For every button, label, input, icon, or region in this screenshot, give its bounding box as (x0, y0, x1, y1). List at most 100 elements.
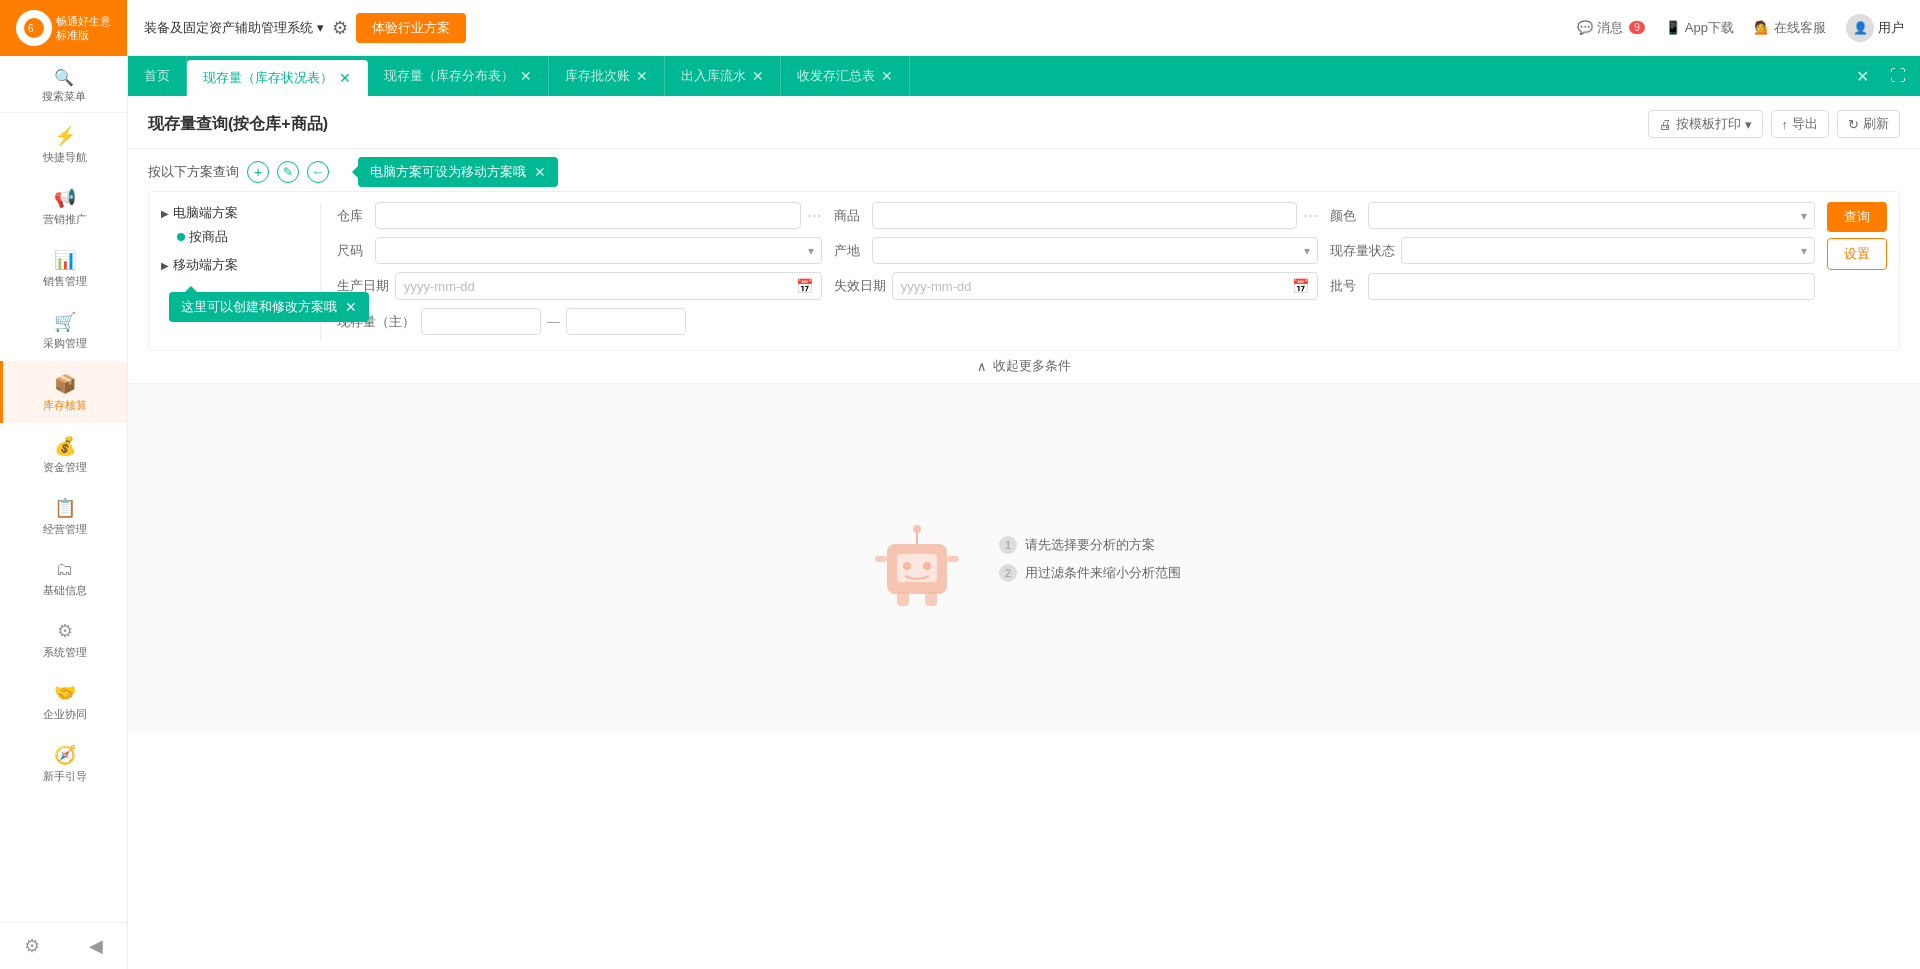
query-btn[interactable]: 查询 (1827, 202, 1887, 232)
sidebar-item-quick-nav[interactable]: ⚡ 快捷导航 (0, 113, 127, 175)
print-template-btn[interactable]: 🖨 按模板打印 ▾ (1648, 110, 1763, 138)
sidebar-item-enterprise[interactable]: 🤝 企业协同 (0, 670, 127, 732)
nav-label: 营销推广 (43, 212, 87, 227)
finance-icon: 💰 (54, 435, 76, 457)
tab-inventory-status[interactable]: 现存量（库存状况表） ✕ (187, 60, 368, 96)
tab-home[interactable]: 首页 (128, 56, 187, 96)
range-separator: — (547, 314, 560, 329)
search-menu-btn[interactable]: 🔍 搜索菜单 (0, 56, 127, 113)
create-tooltip-close[interactable]: ✕ (345, 299, 357, 315)
sidebar-item-system[interactable]: ⚙ 系统管理 (0, 608, 127, 670)
stock-status-select[interactable] (1401, 237, 1815, 264)
size-select[interactable] (375, 237, 822, 264)
batch-field: 批号 (1330, 273, 1815, 300)
edit-scheme-btn[interactable]: ✎ (277, 161, 299, 183)
empty-step-1: 1 请先选择要分析的方案 (999, 536, 1181, 554)
nav-label: 企业协同 (43, 707, 87, 722)
desktop-scheme-sub-item[interactable]: 按商品 (161, 228, 308, 250)
export-icon: ↑ (1782, 117, 1789, 132)
topbar-left: 装备及固定资产辅助管理系统 ▾ ⚙ 体验行业方案 (144, 13, 466, 43)
tab-close-receive-summary[interactable]: ✕ (881, 68, 893, 84)
collapse-btn[interactable]: ∧ 收起更多条件 (148, 351, 1900, 383)
filter-section: 按以下方案查询 + ✎ ← 电脑方案可设为移动方案哦 ✕ (128, 149, 1920, 383)
produce-date-field: 生产日期 yyyy-mm-dd 📅 (337, 272, 822, 300)
sidebar-item-sales[interactable]: 📊 销售管理 (0, 237, 127, 299)
tab-close-inout-flow[interactable]: ✕ (752, 68, 764, 84)
query-buttons: 查询 设置 (1827, 202, 1887, 270)
batch-input[interactable] (1368, 273, 1815, 300)
message-btn[interactable]: 💬 消息 9 (1577, 19, 1645, 37)
sidebar-item-guide[interactable]: 🧭 新手引导 (0, 732, 127, 794)
chevron-down-icon: ▾ (317, 20, 324, 35)
expand-icon: ▶ (161, 208, 169, 219)
stock-main-max-input[interactable] (566, 308, 686, 335)
expand-icon-mobile: ▶ (161, 260, 169, 271)
expire-date-input[interactable]: yyyy-mm-dd 📅 (892, 272, 1319, 300)
tab-inout-flow[interactable]: 出入库流水 ✕ (665, 56, 781, 96)
step-num-2: 2 (999, 564, 1017, 582)
message-label: 消息 (1597, 19, 1623, 37)
refresh-btn[interactable]: ↻ 刷新 (1837, 110, 1900, 138)
desktop-scheme-node[interactable]: ▶ 电脑端方案 (161, 202, 308, 228)
mobile-scheme-label: 移动端方案 (173, 256, 238, 274)
guide-icon: 🧭 (54, 744, 76, 766)
refresh-icon: ↻ (1848, 117, 1859, 132)
filter-row-1: 仓库 ··· 商品 ··· (337, 202, 1815, 229)
add-scheme-btn[interactable]: + (247, 161, 269, 183)
sidebar-item-operations[interactable]: 📋 经营管理 (0, 485, 127, 547)
tab-batch-account-label: 库存批次账 (565, 67, 630, 85)
goods-input[interactable] (872, 202, 1298, 229)
search-menu-label: 搜索菜单 (42, 89, 86, 104)
empty-step-2: 2 用过滤条件来缩小分析范围 (999, 564, 1181, 582)
tab-inventory-dist[interactable]: 现存量（库存分布表） ✕ (368, 56, 549, 96)
goods-field-dots[interactable]: ··· (1303, 205, 1318, 226)
stock-main-min-input[interactable] (421, 308, 541, 335)
mobile-scheme-node[interactable]: ▶ 移动端方案 (161, 250, 308, 276)
warehouse-input[interactable] (375, 202, 801, 229)
sales-icon: 📊 (54, 249, 76, 271)
svg-point-5 (923, 562, 931, 570)
warehouse-field-dots[interactable]: ··· (807, 205, 822, 226)
logo-icon: 6 (16, 10, 52, 46)
tab-close-inventory-status[interactable]: ✕ (339, 70, 351, 86)
origin-select[interactable] (872, 237, 1319, 264)
page-actions: 🖨 按模板打印 ▾ ↑ 导出 ↻ 刷新 (1648, 110, 1901, 138)
topbar-settings-icon[interactable]: ⚙ (332, 17, 348, 39)
tab-maximize-btn[interactable]: ⛶ (1884, 62, 1912, 90)
sidebar-item-marketing[interactable]: 📢 营销推广 (0, 175, 127, 237)
nav-label: 系统管理 (43, 645, 87, 660)
scenario-tooltip-close[interactable]: ✕ (534, 164, 546, 180)
mobile-icon: 📱 (1665, 20, 1681, 35)
prev-scheme-btn[interactable]: ← (307, 161, 329, 183)
export-btn[interactable]: ↑ 导出 (1771, 110, 1830, 138)
system-title-dropdown[interactable]: 装备及固定资产辅助管理系统 ▾ (144, 19, 324, 37)
topbar-right: 💬 消息 9 📱 App下载 💁 在线客服 👤 用户 (1577, 14, 1904, 42)
exp-industry-btn[interactable]: 体验行业方案 (356, 13, 466, 43)
sidebar-item-inventory[interactable]: 📦 库存核算 (0, 361, 127, 423)
tab-close-batch-account[interactable]: ✕ (636, 68, 648, 84)
sidebar-item-finance[interactable]: 💰 资金管理 (0, 423, 127, 485)
settings-footer-btn[interactable]: ⚙ (24, 935, 40, 957)
operations-icon: 📋 (54, 497, 76, 519)
app-download-btn[interactable]: 📱 App下载 (1665, 19, 1734, 37)
collapse-sidebar-btn[interactable]: ◀ (89, 935, 103, 957)
scenario-tooltip-text: 电脑方案可设为移动方案哦 (370, 163, 526, 181)
sidebar-item-base-info[interactable]: 🗂 基础信息 (0, 547, 127, 608)
nav-menu: ⚡ 快捷导航 📢 营销推广 📊 销售管理 🛒 采购管理 📦 库存核算 💰 (0, 113, 127, 922)
filter-header-label: 按以下方案查询 (148, 163, 239, 181)
produce-date-input[interactable]: yyyy-mm-dd 📅 (395, 272, 822, 300)
color-select[interactable] (1368, 202, 1815, 229)
color-field: 颜色 ▾ (1330, 202, 1815, 229)
tab-close-all-btn[interactable]: ✕ (1848, 62, 1876, 90)
tab-batch-account[interactable]: 库存批次账 ✕ (549, 56, 665, 96)
sidebar-item-purchase[interactable]: 🛒 采购管理 (0, 299, 127, 361)
online-support-btn[interactable]: 💁 在线客服 (1754, 19, 1826, 37)
content-inner: 现存量查询(按仓库+商品) 🖨 按模板打印 ▾ ↑ 导出 ↻ (128, 96, 1920, 969)
tabbar-end: ✕ ⛶ (1848, 62, 1920, 90)
user-menu-btn[interactable]: 👤 用户 (1846, 14, 1904, 42)
tab-close-inventory-dist[interactable]: ✕ (520, 68, 532, 84)
marketing-icon: 📢 (54, 187, 76, 209)
tab-receive-summary[interactable]: 收发存汇总表 ✕ (781, 56, 910, 96)
settings-btn[interactable]: 设置 (1827, 238, 1887, 270)
tab-inout-flow-label: 出入库流水 (681, 67, 746, 85)
